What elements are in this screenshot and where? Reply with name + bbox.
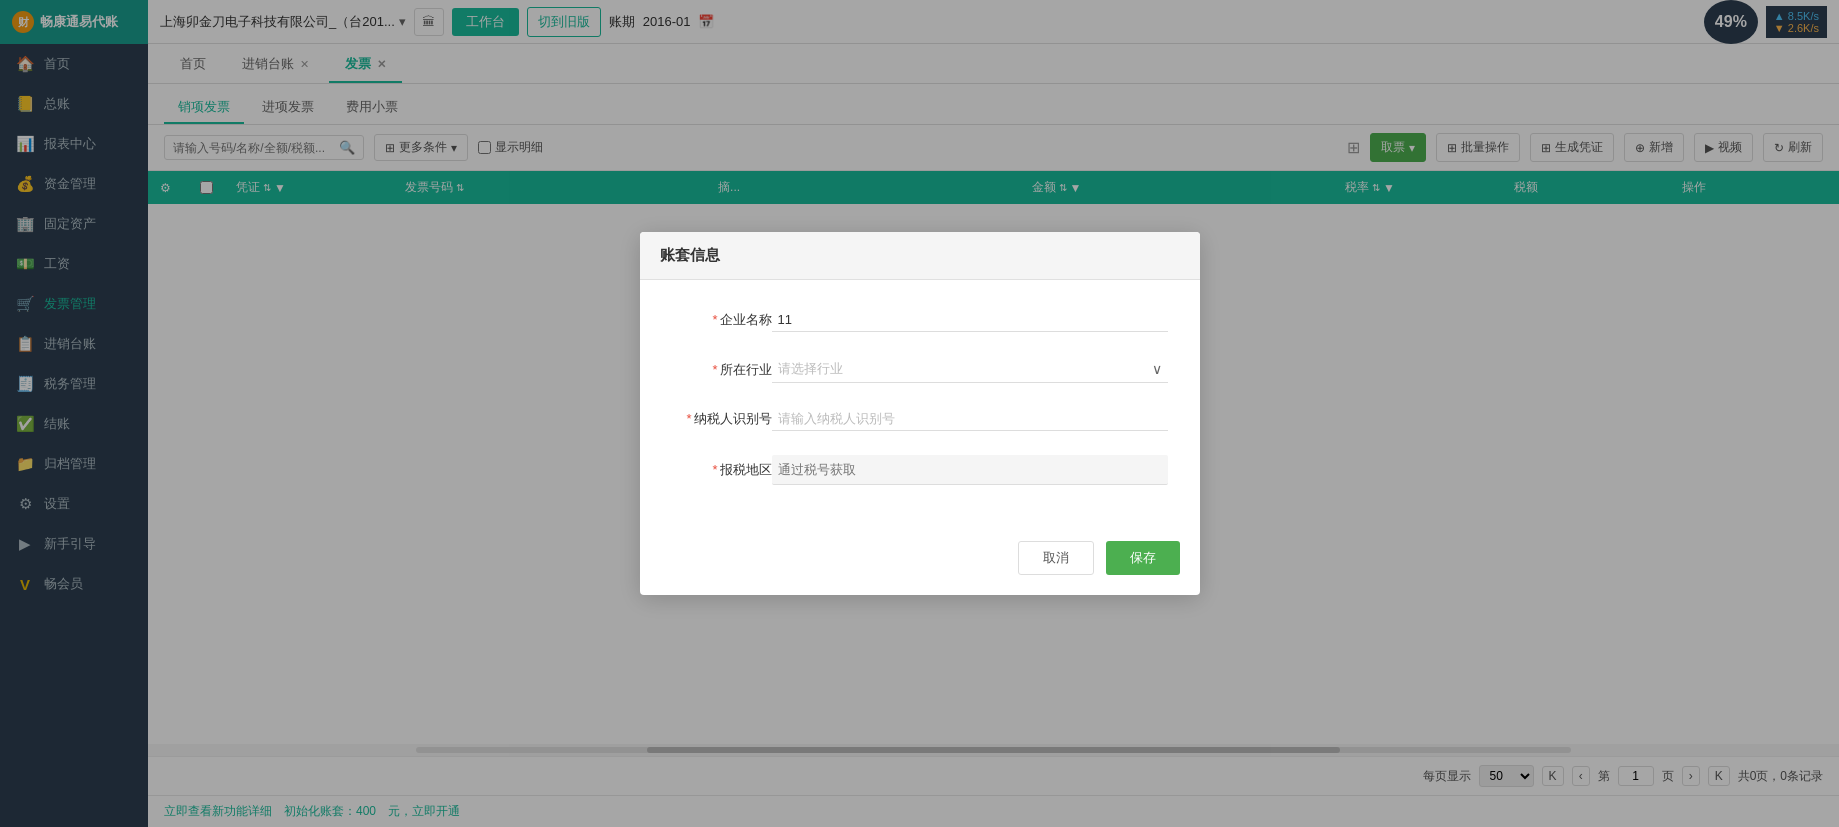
company-label: *企业名称: [672, 311, 772, 329]
modal-header: 账套信息: [640, 232, 1200, 280]
taxid-label: *纳税人识别号: [672, 410, 772, 428]
industry-label: *所在行业: [672, 361, 772, 379]
taxid-input[interactable]: [772, 407, 1168, 431]
taxregion-label: *报税地区: [672, 461, 772, 479]
modal-dialog: 账套信息 *企业名称 *所在行业 请选择行业 ∨: [640, 232, 1200, 595]
industry-dropdown-icon: ∨: [1152, 361, 1162, 377]
form-row-taxregion: *报税地区: [672, 455, 1168, 485]
modal-body: *企业名称 *所在行业 请选择行业 ∨ *纳税人识别号: [640, 280, 1200, 529]
form-row-company: *企业名称: [672, 308, 1168, 332]
form-row-taxid: *纳税人识别号: [672, 407, 1168, 431]
form-row-industry: *所在行业 请选择行业 ∨: [672, 356, 1168, 383]
cancel-button[interactable]: 取消: [1018, 541, 1094, 575]
modal-overlay: 账套信息 *企业名称 *所在行业 请选择行业 ∨: [0, 0, 1839, 827]
taxregion-input: [772, 455, 1168, 485]
company-name-input[interactable]: [772, 308, 1168, 332]
industry-select[interactable]: 请选择行业 ∨: [772, 356, 1168, 383]
save-button[interactable]: 保存: [1106, 541, 1180, 575]
modal-footer: 取消 保存: [640, 529, 1200, 595]
